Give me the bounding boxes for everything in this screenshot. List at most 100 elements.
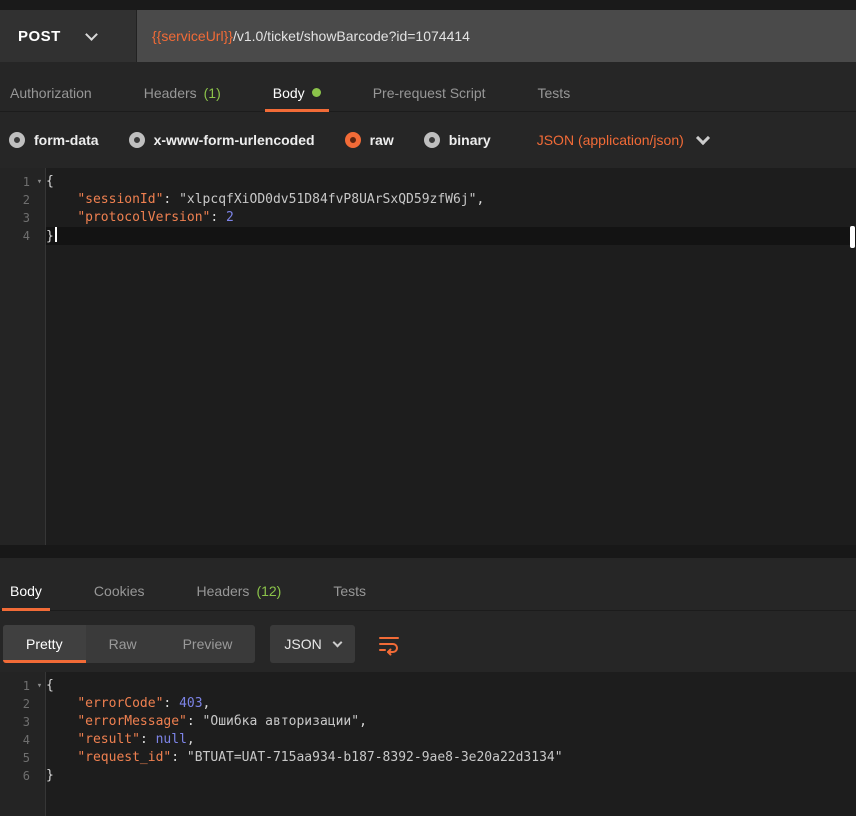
code-text: "protocolVersion": 2	[46, 209, 856, 227]
green-dot-icon	[311, 88, 321, 97]
token-num: 2	[226, 210, 234, 225]
fold-toggle-icon[interactable]: ▾	[33, 173, 46, 191]
code-text: "errorCode": 403,	[46, 695, 856, 713]
token-key: "errorCode"	[77, 696, 164, 711]
view-pretty-button[interactable]: Pretty	[3, 625, 86, 663]
request-tab-headers[interactable]: Headers (1)	[136, 74, 229, 111]
line-gutter: 1 ▾	[0, 677, 46, 695]
code-line: 4}	[0, 227, 856, 245]
line-number: 1	[22, 175, 30, 189]
code-text: "request_id": "BTUAT=UAT-715aa934-b187-8…	[46, 749, 856, 767]
body-mode-x-www-form-urlencoded[interactable]: x-www-form-urlencoded	[128, 132, 315, 148]
request-body-editor[interactable]: 1 ▾{2 "sessionId": "xlpcqfXiOD0dv51D84fvP…	[0, 168, 856, 545]
line-gutter: 4	[0, 227, 46, 245]
request-url-bar: POST {{serviceUrl}}/v1.0/ticket/showBarc…	[0, 10, 856, 62]
token-plain: ,	[202, 696, 211, 711]
line-number: 1	[22, 679, 30, 693]
response-tab-body[interactable]: Body	[2, 571, 50, 611]
response-body-editor: 1 ▾{2 "errorCode": 403, 3 "errorMessage": …	[0, 672, 856, 816]
token-plain: :	[139, 732, 156, 747]
code-text: "errorMessage": "Ошибка авторизации",	[46, 713, 856, 731]
code-line: 2 "errorCode": 403,	[0, 695, 856, 713]
radio-icon	[9, 132, 25, 148]
request-tab-authorization[interactable]: Authorization	[2, 74, 100, 111]
tab-label: Headers	[143, 84, 197, 101]
token-plain: :	[163, 696, 180, 711]
tab-label: Body	[10, 582, 42, 599]
scrollbar-thumb[interactable]	[850, 226, 855, 248]
token-num: 403	[179, 696, 203, 711]
radio-icon	[423, 132, 440, 148]
tab-label: Pre-request Script	[372, 84, 486, 101]
token-brace: }	[46, 768, 54, 783]
window-top-strip	[0, 0, 856, 10]
code-text: }	[46, 227, 856, 245]
response-format-selector[interactable]: JSON	[270, 625, 355, 663]
code-text: {	[46, 173, 856, 191]
line-number: 2	[22, 193, 30, 207]
chevron-down-icon	[332, 637, 343, 648]
body-mode-binary[interactable]: binary	[423, 132, 491, 148]
token-brace: {	[46, 174, 54, 189]
line-number: 4	[22, 733, 30, 747]
tab-label: Tests	[537, 84, 571, 101]
code-text: }	[46, 767, 856, 785]
token-brace: }	[46, 229, 54, 244]
token-plain: ,	[359, 714, 367, 729]
token-brace: {	[46, 678, 54, 693]
code-text: "sessionId": "xlpcqfXiOD0dv51D84fvP8UArS…	[46, 191, 856, 209]
body-mode-row: form-data x-www-form-urlencoded raw binary …	[0, 112, 856, 168]
body-mode-form-data[interactable]: form-data	[9, 132, 99, 148]
request-tab-tests[interactable]: Tests	[530, 74, 579, 111]
line-gutter: 2	[0, 695, 46, 713]
pane-splitter[interactable]	[0, 545, 856, 558]
request-tab-pre-request-script[interactable]: Pre-request Script	[365, 74, 494, 111]
wrap-text-icon	[378, 637, 399, 656]
token-plain: :	[163, 192, 180, 207]
token-key: "errorMessage"	[77, 714, 187, 729]
line-gutter: 4	[0, 731, 46, 749]
token-plain: :	[210, 210, 227, 225]
token-key: "sessionId"	[77, 192, 164, 207]
view-raw-button[interactable]: Raw	[86, 625, 160, 663]
response-tabs: Body Cookies Headers (12) Tests	[0, 571, 856, 611]
line-gutter: 5	[0, 749, 46, 767]
tab-count-badge: (1)	[203, 84, 221, 101]
radio-icon	[344, 132, 361, 148]
url-input[interactable]: {{serviceUrl}}/v1.0/ticket/showBarcode?i…	[137, 10, 856, 62]
token-plain: ,	[476, 192, 485, 207]
view-preview-button[interactable]: Preview	[160, 625, 256, 663]
request-tabs: Authorization Headers (1) Body Pre-request S…	[0, 74, 856, 112]
response-tab-cookies[interactable]: Cookies	[86, 571, 153, 610]
request-tab-body[interactable]: Body	[264, 74, 329, 112]
code-line: 4 "result": null,	[0, 731, 856, 749]
content-type-selector[interactable]: JSON (application/json)	[537, 130, 710, 148]
token-null: null	[155, 732, 187, 747]
radio-icon	[128, 132, 145, 148]
body-mode-raw[interactable]: raw	[344, 132, 394, 148]
line-gutter: 3	[0, 209, 46, 227]
code-line: 2 "sessionId": "xlpcqfXiOD0dv51D84fvP8UA…	[0, 191, 856, 209]
line-number: 3	[22, 715, 30, 729]
response-tab-headers[interactable]: Headers (12)	[189, 571, 290, 610]
wrap-text-button[interactable]	[372, 625, 406, 663]
fold-toggle-icon[interactable]: ▾	[33, 677, 46, 695]
mode-label: binary	[448, 132, 491, 148]
code-line: 3 "errorMessage": "Ошибка авторизации",	[0, 713, 856, 731]
line-gutter: 6	[0, 767, 46, 785]
token-str: "BTUAT=UAT-715aa934-b187-8392-9ae8-3e20a…	[186, 750, 563, 765]
mode-label: raw	[369, 132, 394, 148]
response-tab-tests[interactable]: Tests	[325, 571, 374, 610]
line-number: 5	[22, 751, 30, 765]
method-selector[interactable]: POST	[0, 10, 137, 62]
line-number: 6	[22, 769, 30, 783]
code-text: {	[46, 677, 856, 695]
line-gutter: 3	[0, 713, 46, 731]
tab-label: Cookies	[93, 582, 145, 599]
chevron-down-icon	[84, 27, 98, 41]
line-number: 4	[22, 229, 30, 243]
code-line: 1 ▾{	[0, 677, 856, 695]
mode-label: x-www-form-urlencoded	[153, 132, 315, 148]
